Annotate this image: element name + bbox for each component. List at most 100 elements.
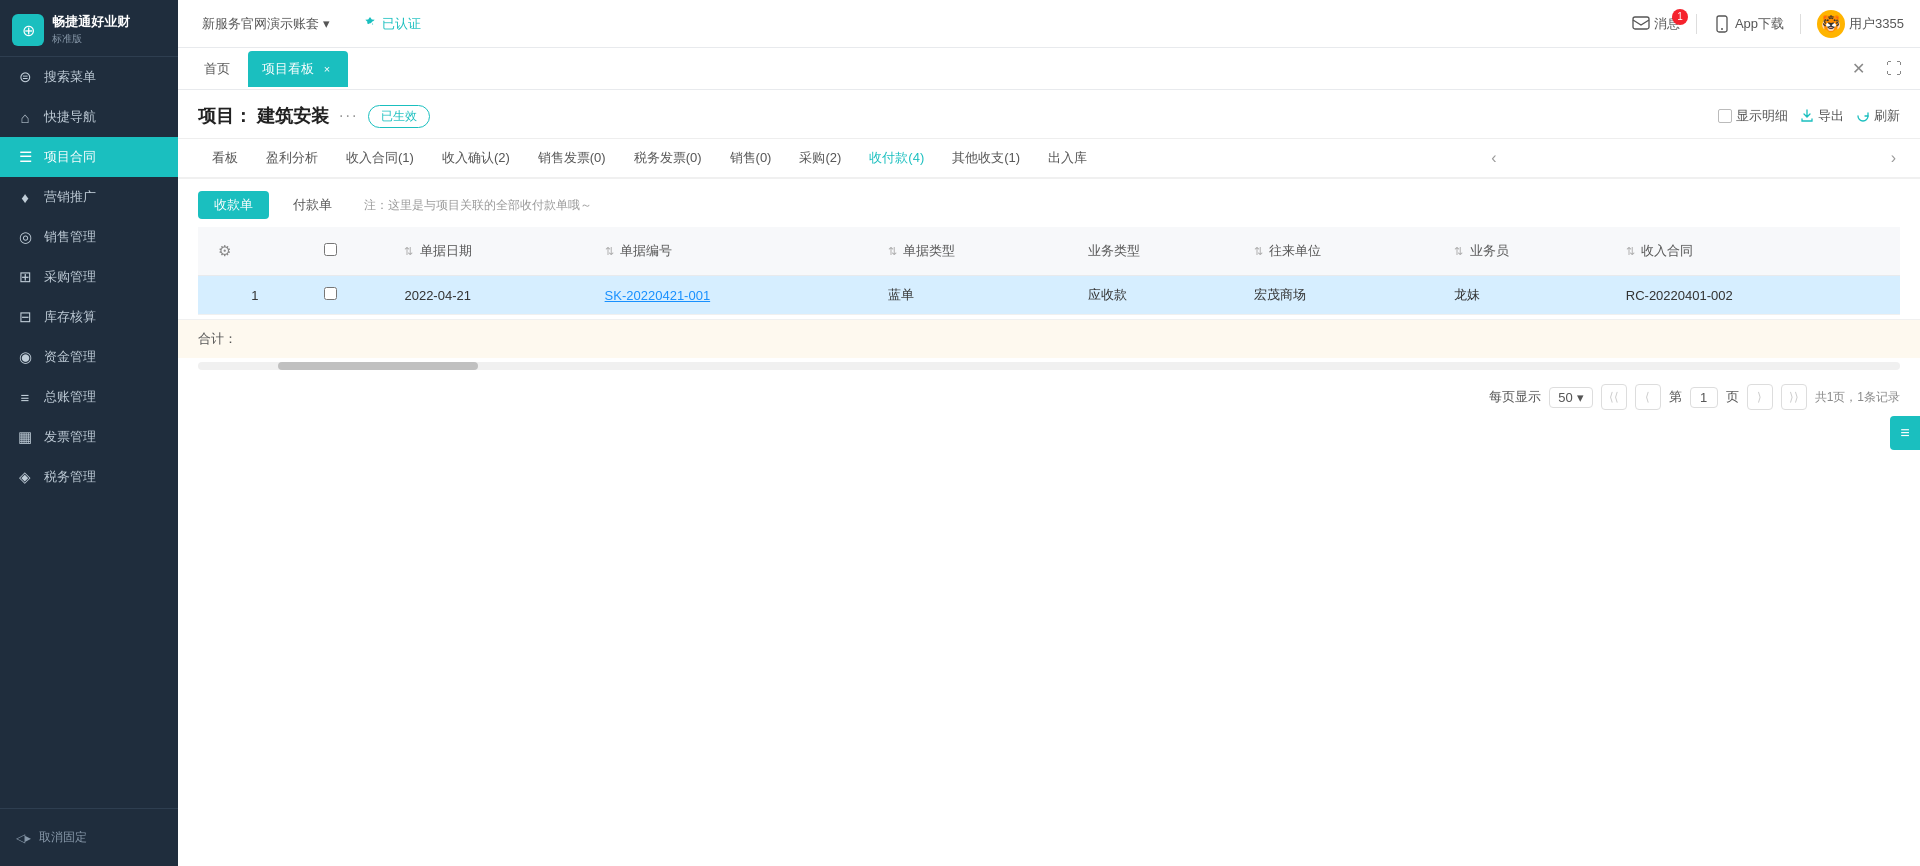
row-income-contract: RC-20220401-002 bbox=[1614, 276, 1900, 315]
sidebar-bottom: ◁▸ 取消固定 bbox=[0, 808, 178, 866]
user-menu[interactable]: 🐯 用户3355 bbox=[1817, 10, 1904, 38]
col-date[interactable]: 单据日期 bbox=[392, 227, 592, 276]
col-type[interactable]: 单据类型 bbox=[876, 227, 1076, 276]
right-float-button[interactable]: ≡ bbox=[1890, 416, 1920, 450]
tab-close-icon[interactable]: × bbox=[320, 62, 334, 76]
sub-nav-receipt[interactable]: 收付款(4) bbox=[855, 139, 938, 179]
scroll-area bbox=[178, 358, 1920, 374]
purchase-mgmt-icon: ⊞ bbox=[16, 268, 34, 286]
sub-nav-tax-invoice[interactable]: 税务发票(0) bbox=[620, 139, 716, 179]
sub-nav-purchase[interactable]: 采购(2) bbox=[785, 139, 855, 179]
message-button[interactable]: 消息 1 bbox=[1632, 15, 1680, 33]
sidebar-item-sales-mgmt[interactable]: ◎ 销售管理 bbox=[0, 217, 178, 257]
refresh-label: 刷新 bbox=[1874, 107, 1900, 125]
unpin-button[interactable]: ◁▸ 取消固定 bbox=[0, 819, 178, 856]
total-row: 合计： bbox=[178, 319, 1920, 358]
scrollbar-thumb[interactable] bbox=[278, 362, 478, 370]
tab-project-board[interactable]: 项目看板 × bbox=[248, 51, 348, 87]
sub-nav-profit[interactable]: 盈利分析 bbox=[252, 139, 332, 179]
sub-nav-sales-invoice[interactable]: 销售发票(0) bbox=[524, 139, 620, 179]
receipt-tab-button[interactable]: 收款单 bbox=[198, 191, 269, 219]
col-income-contract[interactable]: 收入合同 bbox=[1614, 227, 1900, 276]
sidebar-item-inventory[interactable]: ⊟ 库存核算 bbox=[0, 297, 178, 337]
sidebar-item-quick-nav[interactable]: ⌂ 快捷导航 bbox=[0, 97, 178, 137]
page-first-button[interactable]: ⟨⟨ bbox=[1601, 384, 1627, 410]
tabbar: 首页 项目看板 × ✕ ⛶ bbox=[178, 48, 1920, 90]
workspace-selector[interactable]: 新服务官网演示账套 ▾ bbox=[194, 11, 338, 37]
sidebar-item-label: 发票管理 bbox=[44, 428, 96, 446]
row-number-link[interactable]: SK-20220421-001 bbox=[605, 288, 711, 303]
col-biz-type: 业务类型 bbox=[1076, 227, 1242, 276]
show-detail-checkbox[interactable]: 显示明细 bbox=[1718, 107, 1788, 125]
workspace-dropdown-icon: ▾ bbox=[323, 16, 330, 31]
sidebar-item-purchase-mgmt[interactable]: ⊞ 采购管理 bbox=[0, 257, 178, 297]
payment-tab-button[interactable]: 付款单 bbox=[277, 191, 348, 219]
sub-nav-prev-arrow[interactable]: ‹ bbox=[1487, 143, 1500, 173]
page-current-input[interactable]: 1 bbox=[1690, 387, 1718, 408]
row-company: 宏茂商场 bbox=[1242, 276, 1442, 315]
sidebar-item-project-contract[interactable]: ☰ 项目合同 bbox=[0, 137, 178, 177]
show-detail-label: 显示明细 bbox=[1736, 107, 1788, 125]
refresh-icon bbox=[1856, 109, 1870, 123]
sidebar-item-label: 营销推广 bbox=[44, 188, 96, 206]
settings-icon[interactable]: ⚙ bbox=[210, 237, 238, 265]
col-number[interactable]: 单据编号 bbox=[593, 227, 876, 276]
workspace-name: 新服务官网演示账套 bbox=[202, 15, 319, 33]
tab-home[interactable]: 首页 bbox=[190, 51, 244, 87]
per-page-value: 50 bbox=[1558, 390, 1572, 405]
sub-nav-income-contract[interactable]: 收入合同(1) bbox=[332, 139, 428, 179]
sidebar-item-marketing[interactable]: ♦ 营销推广 bbox=[0, 177, 178, 217]
search-menu-icon: ⊜ bbox=[16, 68, 34, 86]
main-area: 新服务官网演示账套 ▾ 已认证 消息 1 bbox=[178, 0, 1920, 866]
page-last-button[interactable]: ⟩⟩ bbox=[1781, 384, 1807, 410]
sub-nav-next-arrow[interactable]: › bbox=[1887, 143, 1900, 173]
sidebar-item-finance[interactable]: ◉ 资金管理 bbox=[0, 337, 178, 377]
sidebar-item-search[interactable]: ⊜ 搜索菜单 bbox=[0, 57, 178, 97]
sidebar-item-label: 快捷导航 bbox=[44, 108, 96, 126]
page-prev-button[interactable]: ⟨ bbox=[1635, 384, 1661, 410]
row-biz-type: 应收款 bbox=[1076, 276, 1242, 315]
page-next-button[interactable]: ⟩ bbox=[1747, 384, 1773, 410]
select-all-checkbox[interactable] bbox=[324, 243, 337, 256]
row-num: 1 bbox=[198, 276, 312, 315]
sidebar-item-invoice[interactable]: ▦ 发票管理 bbox=[0, 417, 178, 457]
col-company[interactable]: 往来单位 bbox=[1242, 227, 1442, 276]
sub-nav-kanban[interactable]: 看板 bbox=[198, 139, 252, 179]
app-download-button[interactable]: App下载 bbox=[1713, 15, 1784, 33]
row-checkbox[interactable] bbox=[312, 276, 393, 315]
horizontal-scrollbar[interactable] bbox=[198, 362, 1900, 370]
per-page-select[interactable]: 50 ▾ bbox=[1549, 387, 1592, 408]
certified-icon bbox=[362, 16, 378, 32]
project-more-button[interactable]: ··· bbox=[339, 107, 358, 125]
sub-nav: 看板 盈利分析 收入合同(1) 收入确认(2) 销售发票(0) 税务发票(0) bbox=[178, 139, 1920, 179]
sidebar-item-label: 采购管理 bbox=[44, 268, 96, 286]
topbar-divider2 bbox=[1800, 14, 1801, 34]
certified-badge: 已认证 bbox=[362, 15, 421, 33]
export-button[interactable]: 导出 bbox=[1800, 107, 1844, 125]
row-date: 2022-04-21 bbox=[392, 276, 592, 315]
sidebar-item-ledger[interactable]: ≡ 总账管理 bbox=[0, 377, 178, 417]
sub-nav-sales[interactable]: 销售(0) bbox=[716, 139, 786, 179]
per-page-label: 每页显示 bbox=[1489, 388, 1541, 406]
sub-nav-income-confirm[interactable]: 收入确认(2) bbox=[428, 139, 524, 179]
sidebar-item-tax[interactable]: ◈ 税务管理 bbox=[0, 457, 178, 497]
col-salesman[interactable]: 业务员 bbox=[1442, 227, 1614, 276]
checkbox-icon bbox=[1718, 109, 1732, 123]
refresh-button[interactable]: 刷新 bbox=[1856, 107, 1900, 125]
page-content: 项目： 建筑安装 ··· 已生效 显示明细 导出 bbox=[178, 90, 1920, 866]
col-checkbox[interactable] bbox=[312, 227, 393, 276]
page-suffix: 页 bbox=[1726, 388, 1739, 406]
row-select-checkbox[interactable] bbox=[324, 287, 337, 300]
sidebar-item-label: 总账管理 bbox=[44, 388, 96, 406]
tab-maximize-button[interactable]: ⛶ bbox=[1880, 55, 1908, 83]
sub-nav-in-out[interactable]: 出入库 bbox=[1034, 139, 1101, 179]
sub-nav-other-expense[interactable]: 其他收支(1) bbox=[938, 139, 1034, 179]
col-settings[interactable]: ⚙ bbox=[198, 227, 312, 276]
right-float-icon: ≡ bbox=[1900, 424, 1909, 442]
page-inner: 项目： 建筑安装 ··· 已生效 显示明细 导出 bbox=[178, 90, 1920, 866]
tab-close-window-button[interactable]: ✕ bbox=[1844, 55, 1872, 83]
message-icon bbox=[1632, 15, 1650, 33]
user-avatar: 🐯 bbox=[1817, 10, 1845, 38]
pagination: 每页显示 50 ▾ ⟨⟨ ⟨ 第 1 页 ⟩ ⟩⟩ 共1页，1条记录 bbox=[178, 374, 1920, 420]
row-number[interactable]: SK-20220421-001 bbox=[593, 276, 876, 315]
